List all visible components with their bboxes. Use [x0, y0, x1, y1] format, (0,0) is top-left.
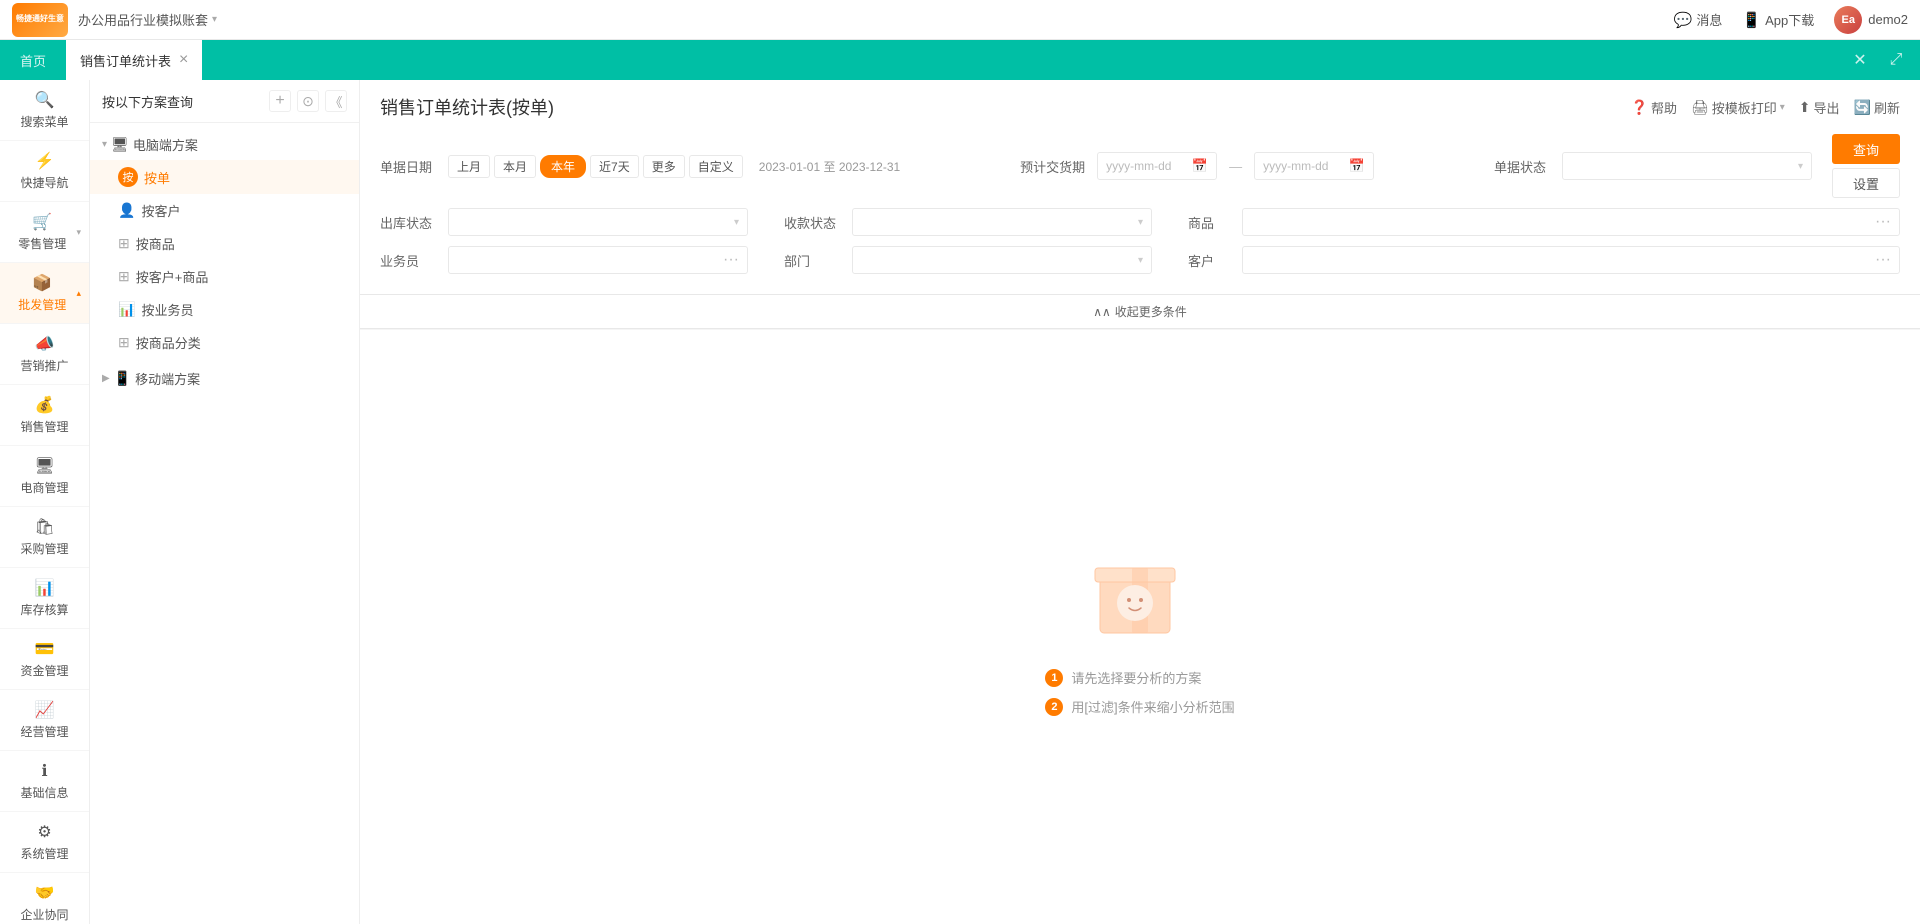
customer-label: 客户 [1188, 251, 1230, 270]
tree-item-by-salesperson[interactable]: 📊 按业务员 [90, 293, 359, 326]
refresh-btn[interactable]: 🔄 刷新 [1854, 98, 1900, 117]
tree-item-by-product-category[interactable]: ⊞ 按商品分类 [90, 326, 359, 359]
tree-item-by-customer-product[interactable]: ⊞ 按客户+商品 [90, 260, 359, 293]
tree-item-by-customer[interactable]: 👤 按客户 [90, 194, 359, 227]
sidebar-item-collab[interactable]: 🤝 企业协同 [0, 873, 89, 924]
sidebar-item-operations[interactable]: 📈 经营管理 [0, 690, 89, 751]
date-label: 单据日期 [380, 157, 436, 176]
window-close-btn[interactable]: ✕ [1844, 44, 1876, 76]
sidebar-item-system[interactable]: ⚙ 系统管理 [0, 812, 89, 873]
tree-section-mobile[interactable]: ▶ 📱 移动端方案 [90, 363, 359, 394]
main-content: 销售订单统计表(按单) ❓ 帮助 🖨 按模板打印 ▾ ⬆ 导出 [360, 80, 1920, 924]
collapse-bar[interactable]: ∧∧ 收起更多条件 [360, 295, 1920, 329]
window-expand-btn[interactable]: ⤢ [1880, 44, 1912, 76]
sidebar-item-purchase[interactable]: 🛍 采购管理 [0, 507, 89, 568]
app-download-btn[interactable]: 📱 App下载 [1742, 10, 1814, 29]
shipper-status-select[interactable]: ▾ [448, 208, 748, 236]
tree-section-pc[interactable]: ▾ 🖥 电脑端方案 [90, 129, 359, 160]
department-label: 部门 [784, 251, 840, 270]
salesperson-input[interactable]: ··· [448, 246, 748, 274]
app-selector[interactable]: 办公用品行业模拟账套 ▾ [78, 10, 217, 29]
empty-illustration [1070, 538, 1210, 648]
empty-state: 1 请先选择要分析的方案 2 用[过滤]条件来缩小分析范围 [360, 330, 1920, 924]
date-btn-custom[interactable]: 自定义 [689, 155, 743, 178]
sidebar-item-wholesale[interactable]: 📦 批发管理 ▴ [0, 263, 89, 324]
tree-item-by-product[interactable]: ⊞ 按商品 [90, 227, 359, 260]
payment-status-label: 收款状态 [784, 213, 840, 232]
avatar: Ea [1834, 6, 1862, 34]
department-select[interactable]: ▾ [852, 246, 1152, 274]
empty-steps: 1 请先选择要分析的方案 2 用[过滤]条件来缩小分析范围 [1045, 668, 1234, 716]
sidebar-item-basic-info[interactable]: ℹ 基础信息 [0, 751, 89, 812]
tab-active-sales[interactable]: 销售订单统计表 × [66, 40, 202, 80]
edit-scheme-btn[interactable]: ⊙ [297, 90, 319, 112]
tree-item-by-order[interactable]: 按 按单 [90, 160, 359, 194]
status-label: 单据状态 [1494, 157, 1550, 176]
export-btn[interactable]: ⬆ 导出 [1799, 98, 1840, 117]
date-btn-last-month[interactable]: 上月 [448, 155, 490, 178]
search-button[interactable]: 查询 [1832, 134, 1900, 164]
shipper-status-label: 出库状态 [380, 213, 436, 232]
date-shortcuts: 上月 本月 本年 近7天 更多 自定义 [448, 155, 743, 178]
sidebar-nav: 🔍 搜索菜单 ⚡ 快捷导航 🛒 零售管理 ▾ 📦 批发管理 ▴ 📣 营销推广 [0, 80, 90, 924]
sidebar-item-marketing[interactable]: 📣 营销推广 [0, 324, 89, 385]
user-menu[interactable]: Ea demo2 [1834, 6, 1908, 34]
left-panel-title: 按以下方案查询 [102, 92, 263, 111]
date-btn-this-year[interactable]: 本年 [540, 155, 586, 178]
product-label: 商品 [1188, 213, 1230, 232]
help-btn[interactable]: ❓ 帮助 [1631, 98, 1677, 117]
sidebar-item-inventory[interactable]: 📊 库存核算 [0, 568, 89, 629]
date-btn-this-month[interactable]: 本月 [494, 155, 536, 178]
sidebar-item-finance[interactable]: 💳 资金管理 [0, 629, 89, 690]
status-select[interactable]: ▾ [1562, 152, 1812, 180]
expected-date-start[interactable]: yyyy-mm-dd 📅 [1097, 152, 1217, 180]
tab-close-icon[interactable]: × [179, 52, 188, 68]
expected-date-label: 预计交货期 [1020, 157, 1085, 176]
expected-date-end[interactable]: yyyy-mm-dd 📅 [1254, 152, 1374, 180]
add-scheme-btn[interactable]: + [269, 90, 291, 112]
tab-home[interactable]: 首页 [0, 40, 66, 80]
logo: 畅捷通好生意 [12, 3, 68, 37]
left-panel: 按以下方案查询 + ⊙ 《 ▾ 🖥 电脑端方案 按 按单 [90, 80, 360, 924]
empty-step-1: 1 请先选择要分析的方案 [1045, 668, 1234, 687]
customer-input[interactable]: ··· [1242, 246, 1900, 274]
date-range-display: 2023-01-01 至 2023-12-31 [759, 158, 900, 175]
date-btn-more[interactable]: 更多 [643, 155, 685, 178]
date-btn-7days[interactable]: 近7天 [590, 155, 639, 178]
product-input[interactable]: ··· [1242, 208, 1900, 236]
page-title: 销售订单统计表(按单) [380, 94, 554, 120]
salesperson-label: 业务员 [380, 251, 436, 270]
sidebar-item-retail[interactable]: 🛒 零售管理 ▾ [0, 202, 89, 263]
sidebar-item-sales[interactable]: 💰 销售管理 [0, 385, 89, 446]
payment-status-select[interactable]: ▾ [852, 208, 1152, 236]
print-btn[interactable]: 🖨 按模板打印 ▾ [1691, 98, 1785, 117]
sidebar-item-quick-nav[interactable]: ⚡ 快捷导航 [0, 141, 89, 202]
sidebar-item-ecommerce[interactable]: 🖥 电商管理 [0, 446, 89, 507]
empty-step-2: 2 用[过滤]条件来缩小分析范围 [1045, 697, 1234, 716]
message-btn[interactable]: 💬 消息 [1674, 10, 1723, 29]
sidebar-item-search[interactable]: 🔍 搜索菜单 [0, 80, 89, 141]
reset-button[interactable]: 设置 [1832, 168, 1900, 198]
collapse-panel-btn[interactable]: 《 [325, 90, 347, 112]
